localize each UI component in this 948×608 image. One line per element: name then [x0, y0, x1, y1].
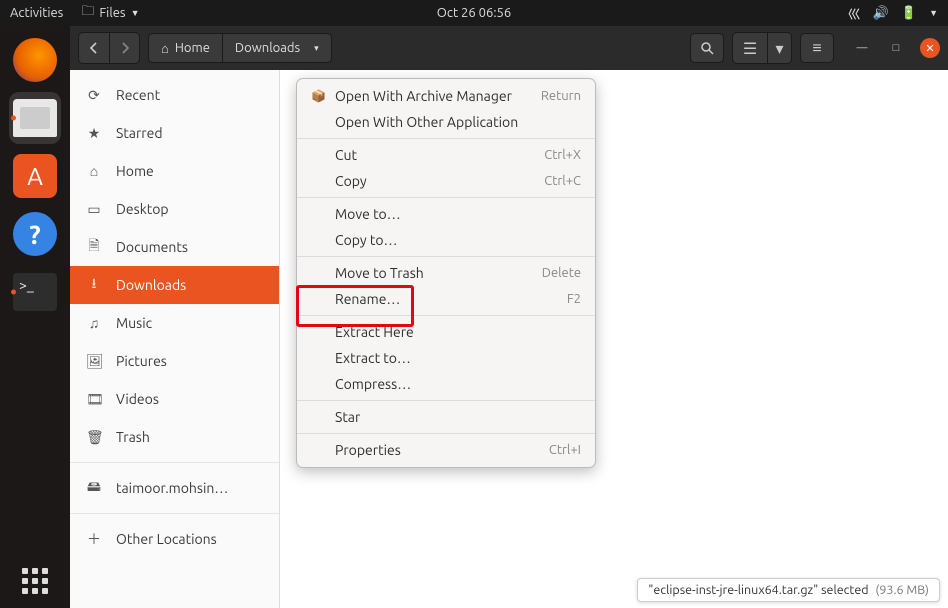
window-minimize-button[interactable]: —: [852, 38, 872, 58]
dock-files[interactable]: [9, 92, 61, 144]
status-bar: "eclipse-inst-jre-linux64.tar.gz" select…: [637, 578, 940, 602]
battery-icon[interactable]: 🔋: [901, 6, 917, 21]
chevron-down-icon: ▼: [131, 8, 140, 18]
sidebar-icon: 🖴: [86, 476, 102, 500]
window-titlebar: ⌂ Home Downloads ▾ ☰ ▾ ≡ — □ ✕: [70, 26, 948, 70]
dock-terminal[interactable]: >_: [9, 266, 61, 318]
hamburger-menu-button[interactable]: ≡: [800, 33, 834, 63]
window-maximize-button[interactable]: □: [886, 38, 906, 58]
sidebar-item-downloads[interactable]: ⭳ Downloads: [70, 266, 279, 304]
sidebar-item-music[interactable]: ♫ Music: [70, 304, 279, 342]
sidebar-label: Pictures: [116, 353, 167, 369]
sidebar-label: Music: [116, 315, 152, 331]
sidebar-label: Desktop: [116, 201, 169, 217]
ctx-extract-here[interactable]: Extract Here: [297, 319, 595, 345]
sidebar-icon: ⌂: [86, 163, 102, 179]
ctx-extract-to-[interactable]: Extract to…: [297, 345, 595, 371]
ctx-properties[interactable]: PropertiesCtrl+I: [297, 437, 595, 463]
nav-back-button[interactable]: [79, 33, 109, 63]
view-list-button[interactable]: ☰: [733, 33, 767, 63]
sidebar-item-starred[interactable]: ★ Starred: [70, 114, 279, 152]
search-button[interactable]: [690, 33, 724, 63]
home-icon: ⌂: [161, 41, 169, 56]
network-icon[interactable]: ⼮: [848, 4, 861, 23]
clock[interactable]: Oct 26 06:56: [437, 6, 511, 20]
chevron-down-icon: ▼: [929, 8, 938, 18]
sidebar-label: Downloads: [116, 277, 186, 293]
ctx-copy-to-[interactable]: Copy to…: [297, 227, 595, 253]
sidebar-icon: 🖼: [86, 353, 102, 370]
context-menu: 📦Open With Archive ManagerReturnOpen Wit…: [296, 78, 596, 468]
sidebar-icon: 🗎: [86, 235, 102, 259]
sidebar-label: taimoor.mohsin…: [116, 480, 228, 496]
sidebar-label: Starred: [116, 125, 163, 141]
archive-icon: 📦: [311, 89, 329, 103]
gnome-topbar: Activities 🗀 Files ▼ Oct 26 06:56 ⼮ 🔊 🔋 …: [0, 0, 948, 26]
sidebar-label: Videos: [116, 391, 159, 407]
sidebar-icon: ⭳: [86, 273, 102, 297]
ctx-move-to-[interactable]: Move to…: [297, 201, 595, 227]
ctx-compress-[interactable]: Compress…: [297, 371, 595, 397]
dock: A ? >_: [0, 26, 70, 608]
volume-icon[interactable]: 🔊: [873, 6, 889, 21]
dock-show-apps[interactable]: [22, 568, 48, 594]
nav-forward-button[interactable]: [109, 33, 139, 63]
sidebar-icon: ⟳: [86, 87, 102, 104]
ctx-open-with-other-application[interactable]: Open With Other Application: [297, 109, 595, 135]
ctx-cut[interactable]: CutCtrl+X: [297, 142, 595, 168]
dock-software[interactable]: A: [9, 150, 61, 202]
ctx-star[interactable]: Star: [297, 404, 595, 430]
sidebar-label: Trash: [116, 429, 150, 445]
chevron-down-icon: ▾: [314, 43, 319, 54]
sidebar-label: Recent: [116, 87, 160, 103]
sidebar-icon: ★: [86, 125, 102, 142]
ctx-copy[interactable]: CopyCtrl+C: [297, 168, 595, 194]
sidebar-item-desktop[interactable]: ▭ Desktop: [70, 190, 279, 228]
sidebar-label: Other Locations: [116, 531, 217, 547]
sidebar-item-documents[interactable]: 🗎 Documents: [70, 228, 279, 266]
activities-button[interactable]: Activities: [10, 6, 63, 20]
dock-help[interactable]: ?: [9, 208, 61, 260]
sidebar-item-trash[interactable]: 🗑 Trash: [70, 418, 279, 456]
sidebar-item-other-locations[interactable]: ＋ Other Locations: [70, 520, 279, 558]
sidebar-icon: ▭: [86, 201, 102, 218]
ctx-open-with-archive-manager[interactable]: 📦Open With Archive ManagerReturn: [297, 83, 595, 109]
sidebar-label: Documents: [116, 239, 188, 255]
ctx-rename-[interactable]: Rename…F2: [297, 286, 595, 312]
sidebar-icon: 🗑: [86, 429, 102, 446]
sidebar-item-videos[interactable]: 🎞 Videos: [70, 380, 279, 418]
view-dropdown-button[interactable]: ▾: [767, 33, 791, 63]
sidebar-item-taimoor-mohsin-[interactable]: 🖴 taimoor.mohsin…: [70, 469, 279, 507]
sidebar-icon: ♫: [86, 315, 102, 331]
sidebar-icon: 🎞: [86, 391, 102, 408]
window-close-button[interactable]: ✕: [920, 38, 940, 58]
sidebar-item-recent[interactable]: ⟳ Recent: [70, 76, 279, 114]
folder-icon: 🗀: [81, 2, 94, 24]
sidebar-item-home[interactable]: ⌂ Home: [70, 152, 279, 190]
dock-firefox[interactable]: [9, 34, 61, 86]
app-menu-files[interactable]: 🗀 Files ▼: [81, 2, 139, 24]
path-bar: ⌂ Home Downloads ▾: [148, 33, 332, 63]
sidebar: ⟳ Recent ★ Starred ⌂ Home ▭ Desktop 🗎 Documents ⭳ D…: [70, 70, 280, 608]
sidebar-item-pictures[interactable]: 🖼 Pictures: [70, 342, 279, 380]
path-downloads[interactable]: Downloads ▾: [222, 34, 331, 62]
ctx-move-to-trash[interactable]: Move to TrashDelete: [297, 260, 595, 286]
sidebar-icon: ＋: [86, 529, 102, 549]
sidebar-label: Home: [116, 163, 154, 179]
path-home[interactable]: ⌂ Home: [149, 34, 222, 62]
